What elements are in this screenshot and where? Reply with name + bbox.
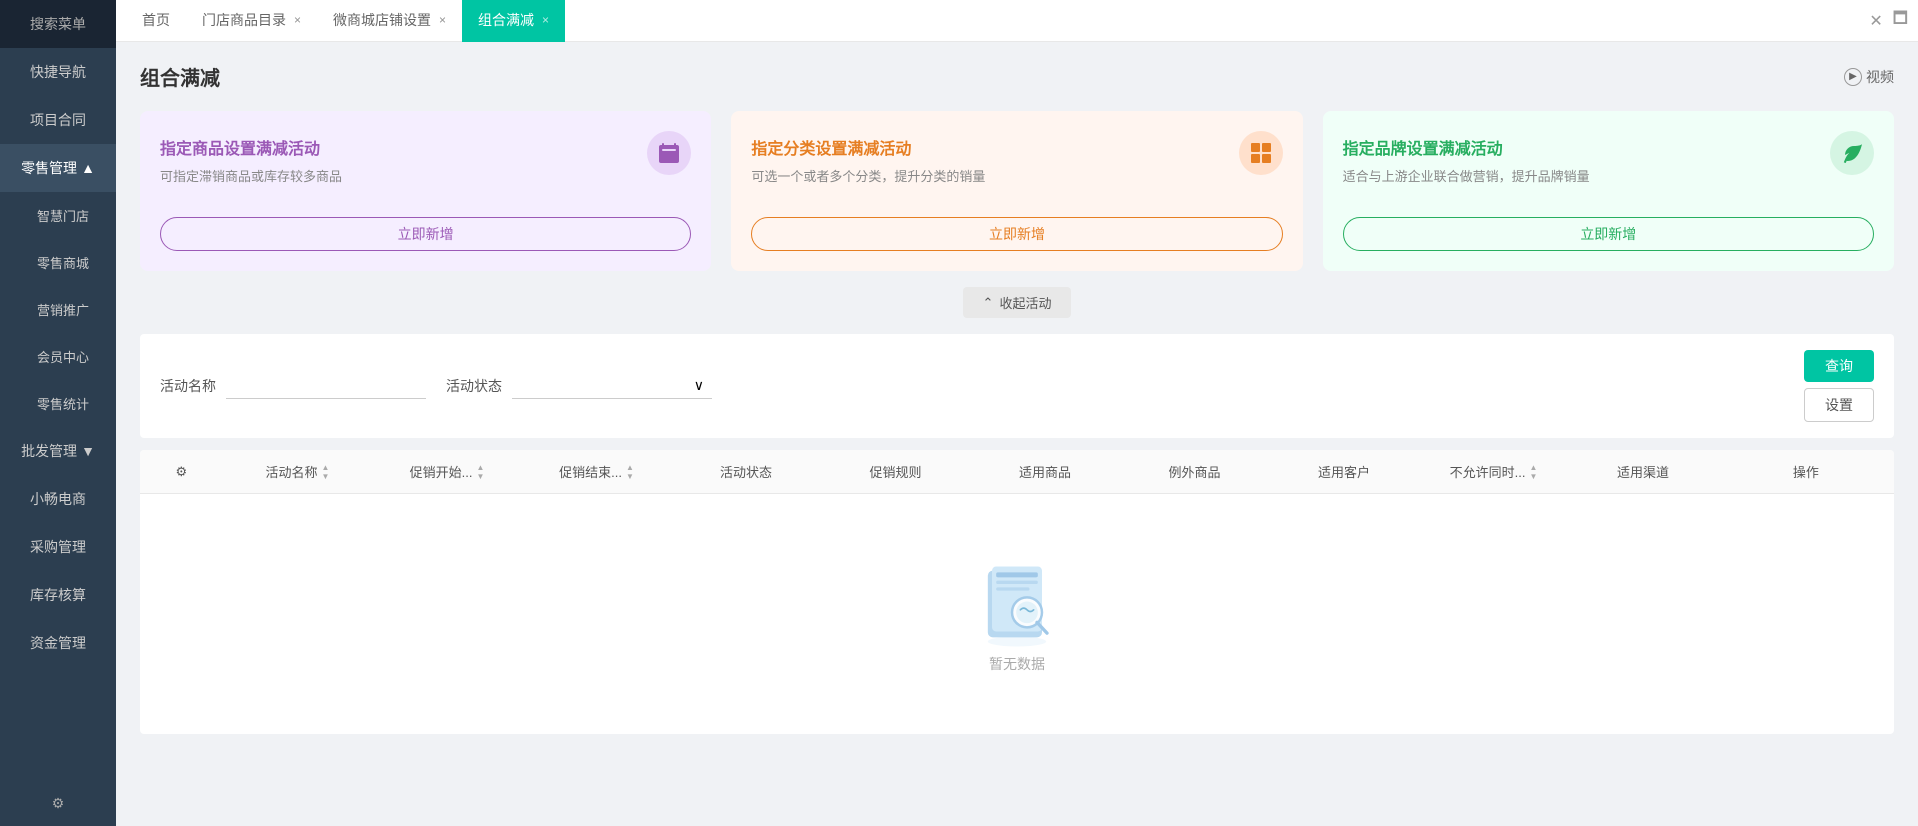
category-activity-card: 指定分类设置满减活动 可选一个或者多个分类，提升分类的销量 立即新增 — [731, 111, 1302, 271]
main-content: 首页 门店商品目录 × 微商城店铺设置 × 组合满减 × ✕ 🗖 组合满减 ▶ … — [116, 0, 1918, 826]
sidebar-item-inventory[interactable]: 库存核算 — [0, 571, 116, 619]
tab-combo-discount[interactable]: 组合满减 × — [462, 0, 565, 42]
tab-close-combo-discount[interactable]: × — [542, 13, 549, 27]
maximize-icon[interactable]: 🗖 — [1893, 7, 1908, 34]
tab-ministore-settings[interactable]: 微商城店铺设置 × — [317, 0, 462, 42]
sidebar-item-member-center[interactable]: 会员中心 — [0, 333, 116, 380]
activity-name-label: 活动名称 — [160, 376, 216, 396]
th-exception-goods: 例外商品 — [1120, 462, 1270, 481]
sidebar-search[interactable]: 搜索菜单 — [0, 0, 116, 48]
sidebar-item-retail-management[interactable]: 零售管理 ▲ — [0, 144, 116, 192]
chevron-down-icon: ∨ — [694, 377, 704, 394]
sidebar-item-xc-ecommerce[interactable]: 小畅电商 — [0, 475, 116, 523]
brand-card-desc: 适合与上游企业联合做营销，提升品牌销量 — [1343, 167, 1874, 201]
tab-close-store-catalog[interactable]: × — [294, 13, 301, 27]
leaf-icon — [1830, 131, 1874, 175]
sort-icon: ▲▼ — [476, 463, 484, 481]
goods-card-add-btn[interactable]: 立即新增 — [160, 217, 691, 251]
sidebar-item-quick-nav[interactable]: 快捷导航 — [0, 48, 116, 96]
activity-name-input[interactable] — [226, 374, 426, 399]
chevron-down-icon: ▼ — [81, 443, 95, 459]
search-buttons: 查询 设置 — [1804, 350, 1874, 422]
category-card-add-btn[interactable]: 立即新增 — [751, 217, 1282, 251]
sidebar-item-project-contract[interactable]: 项目合同 — [0, 96, 116, 144]
collapse-activity-btn[interactable]: ⌃ 收起活动 — [963, 287, 1072, 318]
th-promo-rule: 促销规则 — [821, 462, 971, 481]
data-table: ⚙ 活动名称 ▲▼ 促销开始... ▲▼ 促销结束... ▲▼ 活动状态 — [140, 450, 1894, 734]
sidebar-item-finance[interactable]: 资金管理 — [0, 619, 116, 667]
sort-icon: ▲▼ — [1529, 463, 1537, 481]
th-applicable-goods: 适用商品 — [970, 462, 1120, 481]
chevron-up-icon: ⌃ — [983, 295, 994, 311]
sort-icon: ▲▼ — [322, 463, 330, 481]
page-body: 组合满减 ▶ 视频 指定商品设置满减活动 可指定滞销商品或库存较多商品 立即新增 — [116, 42, 1918, 826]
tab-bar: 首页 门店商品目录 × 微商城店铺设置 × 组合满减 × ✕ 🗖 — [116, 0, 1918, 42]
th-promo-start[interactable]: 促销开始... ▲▼ — [372, 462, 522, 481]
page-header: 组合满减 ▶ 视频 — [140, 62, 1894, 91]
th-promo-end[interactable]: 促销结束... ▲▼ — [522, 462, 672, 481]
gear-icon: ⚙ — [52, 795, 65, 811]
sort-icon: ▲▼ — [626, 463, 634, 481]
collapse-bar: ⌃ 收起活动 — [140, 287, 1894, 318]
search-bar: 活动名称 活动状态 ∨ 查询 设置 — [140, 334, 1894, 438]
window-controls: ✕ 🗖 — [1869, 7, 1908, 34]
search-menu-label: 搜索菜单 — [30, 16, 86, 32]
brand-card-add-btn[interactable]: 立即新增 — [1343, 217, 1874, 251]
category-card-desc: 可选一个或者多个分类，提升分类的销量 — [751, 167, 1282, 201]
empty-state: 暂无数据 — [140, 494, 1894, 734]
activity-status-label: 活动状态 — [446, 376, 502, 396]
sidebar-item-wholesale-mgmt[interactable]: 批发管理 ▼ — [0, 427, 116, 475]
sidebar-settings[interactable]: ⚙ — [0, 781, 116, 826]
sidebar-item-purchase-mgmt[interactable]: 采购管理 — [0, 523, 116, 571]
th-activity-name[interactable]: 活动名称 ▲▼ — [223, 462, 373, 481]
sidebar: 搜索菜单 快捷导航 项目合同 零售管理 ▲ 智慧门店 零售商城 营销推广 会员中… — [0, 0, 116, 826]
category-card-title: 指定分类设置满减活动 — [751, 135, 1282, 159]
sidebar-item-retail-stats[interactable]: 零售统计 — [0, 380, 116, 427]
grid-icon — [1239, 131, 1283, 175]
goods-activity-card: 指定商品设置满减活动 可指定滞销商品或库存较多商品 立即新增 — [140, 111, 711, 271]
activity-name-field: 活动名称 — [160, 374, 426, 399]
tab-close-ministore-settings[interactable]: × — [439, 13, 446, 27]
page-title: 组合满减 — [140, 62, 220, 91]
bag-icon — [647, 131, 691, 175]
activity-status-select[interactable]: ∨ — [512, 373, 712, 399]
chevron-up-icon: ▲ — [81, 160, 95, 176]
brand-activity-card: 指定品牌设置满减活动 适合与上游企业联合做营销，提升品牌销量 立即新增 — [1323, 111, 1894, 271]
close-icon[interactable]: ✕ — [1869, 11, 1882, 31]
sidebar-item-retail-mall[interactable]: 零售商城 — [0, 239, 116, 286]
th-applicable-customer: 适用客户 — [1269, 462, 1419, 481]
table-header: ⚙ 活动名称 ▲▼ 促销开始... ▲▼ 促销结束... ▲▼ 活动状态 — [140, 450, 1894, 494]
sidebar-item-smart-store[interactable]: 智慧门店 — [0, 192, 116, 239]
video-link[interactable]: ▶ 视频 — [1844, 67, 1894, 87]
goods-card-title: 指定商品设置满减活动 — [160, 135, 691, 159]
empty-illustration — [967, 554, 1067, 654]
settings-button[interactable]: 设置 — [1804, 388, 1874, 422]
activity-status-field: 活动状态 ∨ — [446, 373, 712, 399]
activity-cards: 指定商品设置满减活动 可指定滞销商品或库存较多商品 立即新增 指定分类设置满减活… — [140, 111, 1894, 271]
tab-store-catalog[interactable]: 门店商品目录 × — [186, 0, 317, 42]
th-operations: 操作 — [1718, 462, 1894, 481]
sidebar-item-marketing[interactable]: 营销推广 — [0, 286, 116, 333]
goods-card-desc: 可指定滞销商品或库存较多商品 — [160, 167, 691, 201]
video-icon: ▶ — [1844, 68, 1862, 86]
th-applicable-channel: 适用渠道 — [1568, 462, 1718, 481]
query-button[interactable]: 查询 — [1804, 350, 1874, 382]
th-gear[interactable]: ⚙ — [140, 464, 223, 480]
th-no-concurrent[interactable]: 不允许同时... ▲▼ — [1419, 462, 1569, 481]
empty-text: 暂无数据 — [989, 654, 1045, 674]
tab-home[interactable]: 首页 — [126, 0, 186, 42]
brand-card-title: 指定品牌设置满减活动 — [1343, 135, 1874, 159]
settings-icon: ⚙ — [176, 464, 188, 480]
th-activity-status: 活动状态 — [671, 462, 821, 481]
